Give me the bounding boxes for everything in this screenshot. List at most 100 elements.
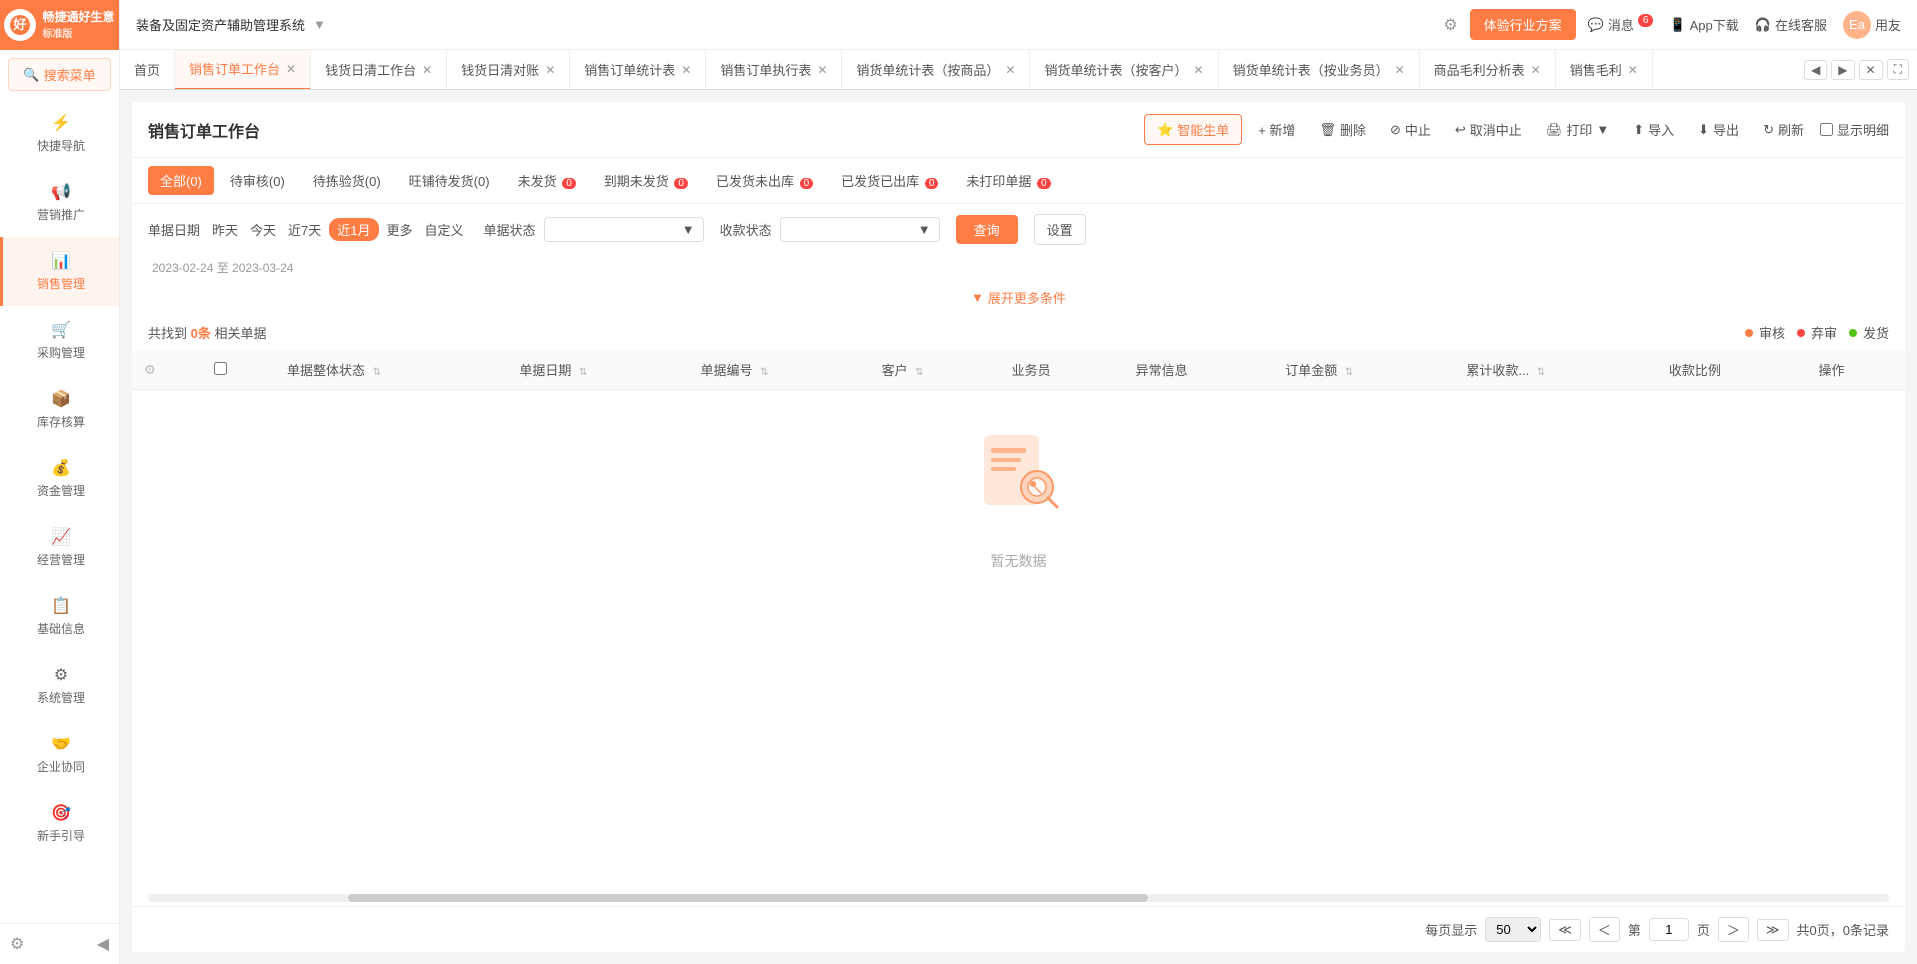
app-download-btn[interactable]: 📱 App下载: [1669, 15, 1738, 34]
sort-customer-icon[interactable]: ⇅: [915, 367, 923, 378]
import-btn[interactable]: ⬆ 导入: [1625, 115, 1682, 144]
tab-close-sales-salesperson[interactable]: ✕: [1395, 63, 1405, 77]
cancel-suspend-btn[interactable]: ↩ 取消中止: [1447, 115, 1530, 144]
refresh-btn[interactable]: ↻ 刷新: [1755, 115, 1812, 144]
tab-close-sales-customer[interactable]: ✕: [1194, 63, 1204, 77]
column-settings-icon[interactable]: ⚙: [144, 362, 156, 377]
show-details-checkbox-label[interactable]: 显示明细: [1820, 120, 1889, 139]
filter-expand-btn[interactable]: ▼ 展开更多条件: [971, 288, 1066, 307]
sort-number-icon[interactable]: ⇅: [760, 367, 768, 378]
tabs-prev-btn[interactable]: ◀: [1804, 60, 1827, 80]
tab-sales-profit[interactable]: 销售毛利 ✕: [1556, 50, 1653, 90]
sidebar-item-basic[interactable]: 📋 基础信息: [0, 582, 119, 651]
query-btn[interactable]: 查询: [956, 215, 1018, 244]
tab-close-cash-daily[interactable]: ✕: [422, 63, 432, 77]
tab-cash-daily[interactable]: 钱货日清工作台 ✕: [311, 50, 447, 90]
tab-close-sales-exec[interactable]: ✕: [817, 63, 827, 77]
page-num-input[interactable]: [1649, 918, 1689, 941]
horizontal-scrollbar[interactable]: [148, 894, 1889, 902]
sidebar-item-inventory[interactable]: 📦 库存核算: [0, 375, 119, 444]
page-first-btn[interactable]: ≪: [1549, 919, 1581, 941]
sub-tab-shipped-not-out[interactable]: 已发货未出库 0: [704, 166, 825, 195]
tab-close-goods-margin[interactable]: ✕: [1531, 63, 1541, 77]
batch-review-btn[interactable]: 审核: [1745, 323, 1785, 342]
batch-deliver-btn[interactable]: 发货: [1849, 323, 1889, 342]
tabs-next-btn[interactable]: ▶: [1831, 60, 1854, 80]
sidebar-item-system[interactable]: ⚙ 系统管理: [0, 651, 119, 720]
sub-tab-all[interactable]: 全部(0): [148, 166, 214, 195]
tab-goods-margin[interactable]: 商品毛利分析表 ✕: [1420, 50, 1556, 90]
batch-cancel-btn[interactable]: 弃审: [1797, 323, 1837, 342]
filter-payment-select[interactable]: ▼: [780, 217, 940, 242]
filter-date-1month[interactable]: 近1月: [329, 218, 378, 241]
filter-date-7days[interactable]: 近7天: [284, 218, 325, 241]
page-prev-btn[interactable]: ＜: [1589, 917, 1620, 942]
scroll-thumb[interactable]: [348, 894, 1148, 902]
export-btn[interactable]: ⬇ 导出: [1690, 115, 1747, 144]
sidebar-item-finance[interactable]: 💰 资金管理: [0, 444, 119, 513]
tab-sales-stats-salesperson[interactable]: 销货单统计表（按业务员） ✕: [1219, 50, 1420, 90]
online-service-btn[interactable]: 🎧 在线客服: [1755, 15, 1827, 34]
sub-tab-not-shipped[interactable]: 未发货 0: [506, 166, 588, 195]
sidebar-item-operation[interactable]: 📈 经营管理: [0, 513, 119, 582]
filter-date-yesterday[interactable]: 昨天: [208, 218, 242, 241]
suspend-btn[interactable]: ⊘ 中止: [1382, 115, 1439, 144]
tabs-close-btn[interactable]: ✕: [1859, 60, 1883, 80]
sub-tab-wangpu[interactable]: 旺铺待发货(0): [397, 166, 502, 195]
filter-date-today[interactable]: 今天: [246, 218, 280, 241]
select-all-checkbox[interactable]: [214, 362, 227, 375]
sub-tab-shipped-out[interactable]: 已发货已出库 0: [829, 166, 950, 195]
filter-date-more[interactable]: 更多: [383, 218, 417, 241]
tab-sales-stats-customer[interactable]: 销货单统计表（按客户） ✕: [1030, 50, 1218, 90]
tab-sales-stats-product[interactable]: 销货单统计表（按商品） ✕: [842, 50, 1030, 90]
industry-btn[interactable]: 体验行业方案: [1470, 9, 1576, 40]
sidebar-item-quick[interactable]: ⚡ 快捷导航: [0, 99, 119, 168]
page-last-btn[interactable]: ≫: [1757, 919, 1789, 941]
system-dropdown-icon[interactable]: ▼: [313, 17, 326, 32]
tab-close-sales-product[interactable]: ✕: [1005, 63, 1015, 77]
content-panel: 销售订单工作台 ⭐ 智能生单 + 新增 🗑 删除 ⊘ 中止: [132, 102, 1905, 952]
tab-sales-order-stats[interactable]: 销售订单统计表 ✕: [570, 50, 706, 90]
collapse-sidebar-icon[interactable]: ◀: [97, 934, 109, 954]
sub-tab-pending-review[interactable]: 待审核(0): [218, 166, 297, 195]
settings-bottom-icon[interactable]: ⚙: [10, 934, 24, 954]
tab-close-cash-reconcile[interactable]: ✕: [545, 63, 555, 77]
sub-tab-pending-inspect[interactable]: 待拣验货(0): [301, 166, 393, 195]
tab-close-sales-stats[interactable]: ✕: [681, 63, 691, 77]
filter-status-select[interactable]: ▼: [544, 217, 704, 242]
tab-sales-order-workbench[interactable]: 销售订单工作台 ✕: [175, 50, 311, 90]
print-btn[interactable]: 🖨 打印 ▼: [1538, 115, 1617, 144]
tab-close-sales-order[interactable]: ✕: [286, 62, 296, 76]
message-btn[interactable]: 💬 消息 6: [1588, 15, 1654, 34]
settings-btn[interactable]: 设置: [1034, 214, 1086, 245]
user-area[interactable]: Ea 用友: [1843, 11, 1901, 39]
topbar-settings-icon[interactable]: ⚙: [1443, 15, 1457, 35]
smart-create-btn[interactable]: ⭐ 智能生单: [1144, 114, 1242, 145]
tab-cash-reconcile[interactable]: 钱货日清对账 ✕: [447, 50, 570, 90]
sub-tab-not-printed[interactable]: 未打印单据 0: [954, 166, 1062, 195]
show-details-checkbox[interactable]: [1820, 123, 1833, 136]
sidebar-item-sales[interactable]: 📊 销售管理: [0, 237, 119, 306]
tab-home[interactable]: 首页: [120, 50, 175, 90]
add-btn[interactable]: + 新增: [1250, 115, 1303, 144]
delete-btn[interactable]: 🗑 删除: [1311, 115, 1374, 144]
sub-tab-overdue-not-shipped[interactable]: 到期未发货 0: [592, 166, 700, 195]
tabs-fullscreen-btn[interactable]: ⛶: [1887, 59, 1909, 80]
page-next-btn[interactable]: ＞: [1718, 917, 1749, 942]
sidebar-item-guide[interactable]: 🎯 新手引导: [0, 789, 119, 858]
tab-close-sales-profit[interactable]: ✕: [1628, 63, 1638, 77]
sort-amount-icon[interactable]: ⇅: [1345, 367, 1353, 378]
th-checkbox[interactable]: [202, 350, 275, 390]
sub-tab-all-label: 全部(0): [160, 174, 202, 189]
sort-date-icon[interactable]: ⇅: [579, 367, 587, 378]
sort-status-icon[interactable]: ⇅: [373, 367, 381, 378]
filter-date-custom[interactable]: 自定义: [421, 218, 468, 241]
per-page-select[interactable]: 50 20 100: [1485, 917, 1541, 942]
sidebar-item-purchase[interactable]: 🛒 采购管理: [0, 306, 119, 375]
search-menu-button[interactable]: 🔍 搜索菜单: [8, 58, 111, 91]
th-settings[interactable]: ⚙: [132, 350, 202, 390]
sort-collected-icon[interactable]: ⇅: [1537, 367, 1545, 378]
sidebar-item-marketing[interactable]: 📢 营销推广: [0, 168, 119, 237]
tab-sales-order-exec[interactable]: 销售订单执行表 ✕: [706, 50, 842, 90]
sidebar-item-enterprise[interactable]: 🤝 企业协同: [0, 720, 119, 789]
